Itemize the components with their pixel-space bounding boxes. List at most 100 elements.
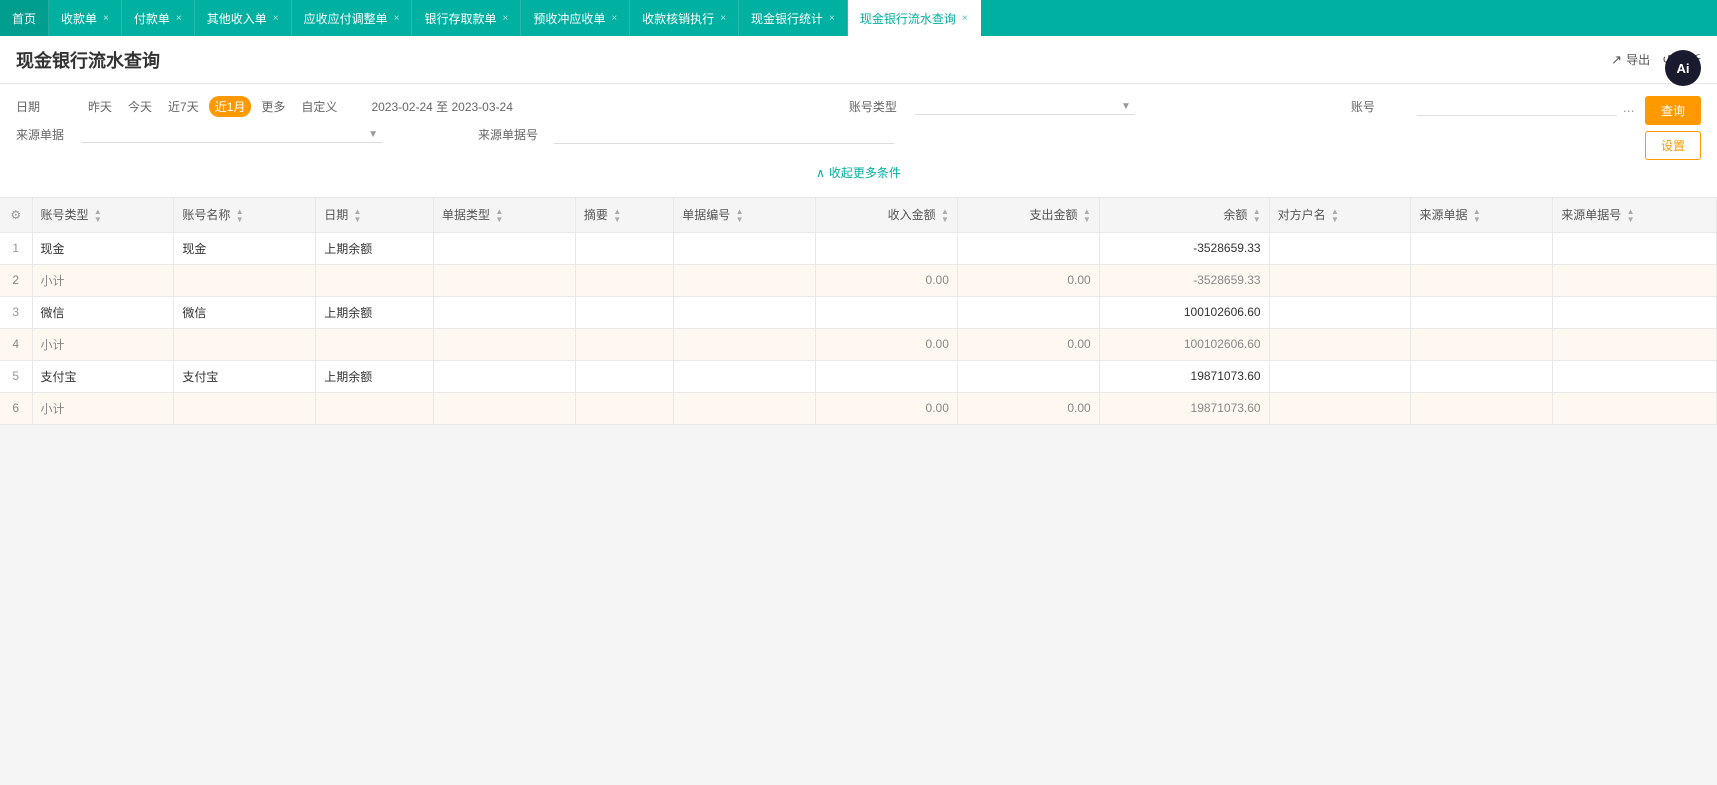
- table-row: 6小计0.000.0019871073.60: [0, 392, 1717, 424]
- td-balance: -3528659.33: [1099, 232, 1269, 264]
- date-btn-custom[interactable]: 自定义: [295, 96, 343, 117]
- td-counterparty: [1269, 392, 1411, 424]
- th-counterparty[interactable]: 对方户名 ▲▼: [1269, 198, 1411, 232]
- export-icon: ↗: [1611, 52, 1622, 68]
- query-button[interactable]: 查询: [1645, 96, 1701, 125]
- th-source-doc[interactable]: 来源单据 ▲▼: [1411, 198, 1553, 232]
- nav-tab-payments[interactable]: 付款单 ×: [122, 0, 195, 36]
- td-balance: 19871073.60: [1099, 360, 1269, 392]
- th-balance[interactable]: 余额 ▲▼: [1099, 198, 1269, 232]
- td-expense: [957, 360, 1099, 392]
- nav-home[interactable]: 首页: [0, 0, 49, 36]
- date-range-display: 2023-02-24 至 2023-03-24: [371, 98, 512, 115]
- td-source-doc: [1411, 328, 1553, 360]
- td-account-type: 支付宝: [32, 360, 174, 392]
- nav-tab-verify-label: 收款核销执行: [642, 10, 714, 27]
- date-btn-today[interactable]: 今天: [122, 96, 158, 117]
- sort-arrows-doc-no: ▲▼: [736, 208, 744, 224]
- th-source-doc-no[interactable]: 来源单据号 ▲▼: [1553, 198, 1717, 232]
- th-settings[interactable]: ⚙: [0, 198, 32, 232]
- close-icon[interactable]: ×: [829, 13, 835, 24]
- source-doc-no-input[interactable]: [554, 125, 894, 144]
- td-source-doc-no: [1553, 328, 1717, 360]
- date-btn-more[interactable]: 更多: [255, 96, 291, 117]
- td-account-type: 现金: [32, 232, 174, 264]
- td-counterparty: [1269, 232, 1411, 264]
- nav-tab-prepay-label: 预收冲应收单: [533, 10, 605, 27]
- td-summary: [575, 296, 673, 328]
- td-income: [816, 296, 958, 328]
- td-balance: 100102606.60: [1099, 296, 1269, 328]
- td-account-type: 小计: [32, 264, 174, 296]
- sort-arrows-account-name: ▲▼: [236, 208, 244, 224]
- table-row: 4小计0.000.00100102606.60: [0, 328, 1717, 360]
- sort-arrows-account-type: ▲▼: [94, 208, 102, 224]
- nav-tab-prepay[interactable]: 预收冲应收单 ×: [521, 0, 630, 36]
- td-num: 3: [0, 296, 32, 328]
- close-icon[interactable]: ×: [103, 13, 109, 24]
- td-expense: 0.00: [957, 328, 1099, 360]
- td-num: 6: [0, 392, 32, 424]
- td-doc-type: [434, 328, 576, 360]
- td-date: [316, 328, 434, 360]
- close-icon[interactable]: ×: [394, 13, 400, 24]
- td-account-type: 微信: [32, 296, 174, 328]
- nav-tab-receipts[interactable]: 收款单 ×: [49, 0, 122, 36]
- account-input[interactable]: [1417, 97, 1617, 116]
- close-icon[interactable]: ×: [502, 13, 508, 24]
- close-icon[interactable]: ×: [611, 13, 617, 24]
- chevron-down-icon: ▼: [1121, 101, 1131, 112]
- page-title: 现金银行流水查询: [16, 47, 160, 73]
- nav-tab-verify[interactable]: 收款核销执行 ×: [630, 0, 739, 36]
- th-account-name[interactable]: 账号名称 ▲▼: [174, 198, 316, 232]
- th-date[interactable]: 日期 ▲▼: [316, 198, 434, 232]
- date-btn-7days[interactable]: 近7天: [162, 96, 205, 117]
- td-account-type: 小计: [32, 392, 174, 424]
- th-expense[interactable]: 支出金额 ▲▼: [957, 198, 1099, 232]
- data-table: ⚙ 账号类型 ▲▼ 账号名称 ▲▼ 日期 ▲▼ 单据类型 ▲▼: [0, 198, 1717, 425]
- th-account-type[interactable]: 账号类型 ▲▼: [32, 198, 174, 232]
- td-source-doc: [1411, 264, 1553, 296]
- nav-tab-bank-flow-label: 现金银行流水查询: [860, 10, 956, 27]
- ai-button[interactable]: Ai: [1665, 50, 1701, 86]
- account-type-label: 账号类型: [849, 98, 899, 115]
- nav-tab-other-income-label: 其他收入单: [207, 10, 267, 27]
- nav-tab-ar-ap-adjust[interactable]: 应收应付调整单 ×: [292, 0, 413, 36]
- td-source-doc: [1411, 296, 1553, 328]
- th-doc-no[interactable]: 单据编号 ▲▼: [674, 198, 816, 232]
- th-income[interactable]: 收入金额 ▲▼: [816, 198, 958, 232]
- nav-tab-bank-flow[interactable]: 现金银行流水查询 ×: [848, 0, 981, 36]
- collapse-bar[interactable]: ∧ 收起更多条件: [16, 160, 1701, 185]
- setting-button[interactable]: 设置: [1645, 131, 1701, 160]
- source-doc-select[interactable]: ▼: [82, 127, 382, 143]
- more-options-icon[interactable]: ...: [1623, 99, 1635, 115]
- account-type-select[interactable]: ▼: [915, 99, 1135, 115]
- export-button[interactable]: ↗ 导出: [1611, 51, 1650, 68]
- td-date: 上期余额: [316, 360, 434, 392]
- td-balance: 19871073.60: [1099, 392, 1269, 424]
- close-icon[interactable]: ×: [962, 13, 968, 24]
- close-icon[interactable]: ×: [273, 13, 279, 24]
- sort-arrows-summary: ▲▼: [613, 208, 621, 224]
- close-icon[interactable]: ×: [720, 13, 726, 24]
- date-btn-1month[interactable]: 近1月: [209, 96, 252, 117]
- page-header: 现金银行流水查询 ↗ 导出 ↺ 刷新: [0, 36, 1717, 84]
- nav-tab-bank-stats[interactable]: 现金银行统计 ×: [739, 0, 848, 36]
- date-label: 日期: [16, 98, 66, 115]
- th-summary[interactable]: 摘要 ▲▼: [575, 198, 673, 232]
- nav-tab-other-income[interactable]: 其他收入单 ×: [195, 0, 292, 36]
- td-source-doc-no: [1553, 392, 1717, 424]
- sort-arrows-source-doc: ▲▼: [1473, 208, 1481, 224]
- nav-tab-payments-label: 付款单: [134, 10, 170, 27]
- date-btn-yesterday[interactable]: 昨天: [82, 96, 118, 117]
- td-account-name: 现金: [174, 232, 316, 264]
- close-icon[interactable]: ×: [176, 13, 182, 24]
- td-account-name: 微信: [174, 296, 316, 328]
- table-row: 2小计0.000.00-3528659.33: [0, 264, 1717, 296]
- th-doc-type[interactable]: 单据类型 ▲▼: [434, 198, 576, 232]
- td-account-name: [174, 328, 316, 360]
- nav-tab-bank-deposit[interactable]: 银行存取款单 ×: [412, 0, 521, 36]
- td-source-doc-no: [1553, 264, 1717, 296]
- nav-tab-receipts-label: 收款单: [61, 10, 97, 27]
- td-account-name: 支付宝: [174, 360, 316, 392]
